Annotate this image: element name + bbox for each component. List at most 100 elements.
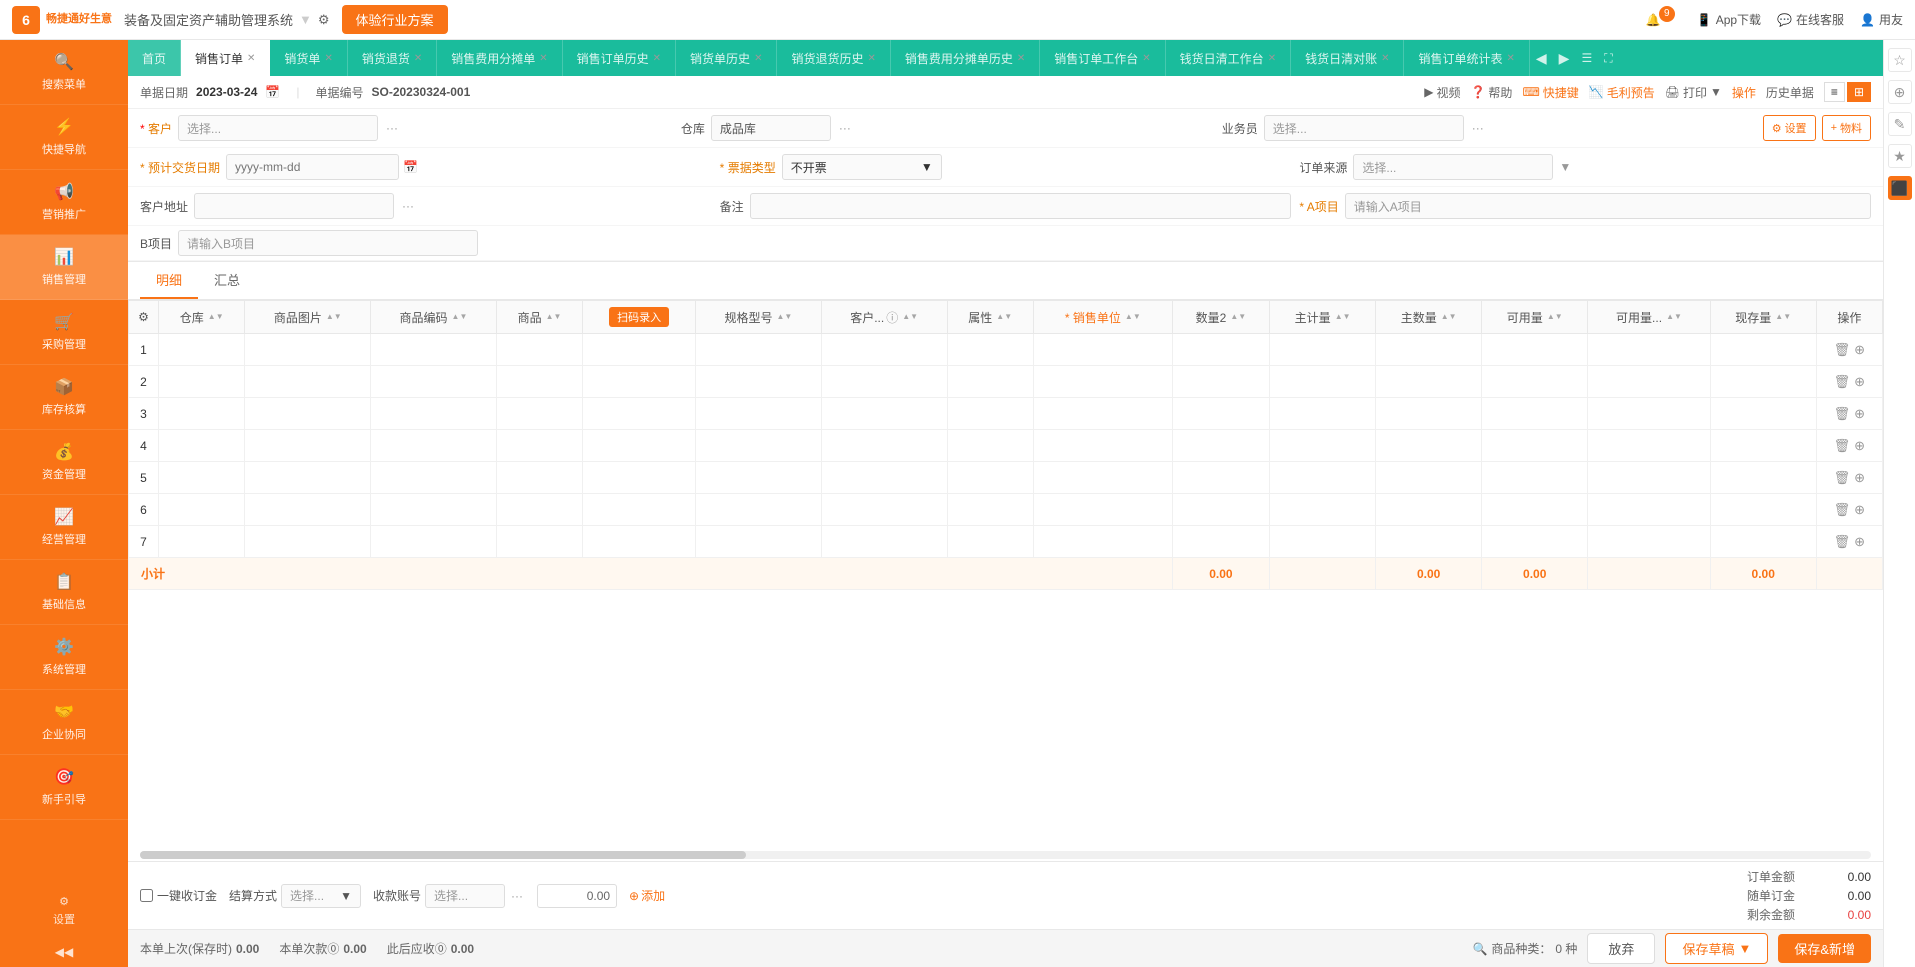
tab-close-icon[interactable]: ✕	[653, 53, 661, 64]
tab-expense-history[interactable]: 销售费用分摊单历史 ✕	[891, 40, 1040, 76]
sidebar-item-search[interactable]: 🔍 搜索菜单	[0, 40, 128, 105]
row-delete-button[interactable]: 🗑	[1834, 342, 1851, 358]
a-project-input[interactable]: 请输入A项目	[1345, 193, 1871, 219]
online-service-button[interactable]: 💬 在线客服	[1777, 11, 1844, 28]
settings-icon[interactable]: ⚙	[138, 310, 149, 324]
row-copy-button[interactable]: ⊕	[1854, 438, 1865, 454]
row-copy-button[interactable]: ⊕	[1854, 406, 1865, 422]
tab-order-workbench[interactable]: 销售订单工作台 ✕	[1040, 40, 1165, 76]
right-tool-3[interactable]: ✎	[1888, 112, 1912, 136]
sidebar-item-quicknav[interactable]: ⚡ 快捷导航	[0, 105, 128, 170]
col-image[interactable]: 商品图片▲▼	[245, 301, 371, 334]
calendar-icon[interactable]: 📅	[265, 85, 280, 99]
view-list-button[interactable]: ≡	[1824, 82, 1845, 102]
warehouse-input[interactable]: 成品库	[711, 115, 831, 141]
tab-stats[interactable]: 销售订单统计表 ✕	[1404, 40, 1529, 76]
shortcut-button[interactable]: ⌨ 快捷键	[1522, 84, 1578, 101]
tab-close-icon[interactable]: ✕	[324, 53, 332, 64]
address-more-button[interactable]: ···	[400, 199, 416, 213]
sidebar-item-purchase[interactable]: 🛒 采购管理	[0, 300, 128, 365]
settle-method-select[interactable]: 选择... ▼	[281, 884, 361, 908]
col-available[interactable]: 可用量▲▼	[1482, 301, 1588, 334]
row-copy-button[interactable]: ⊕	[1854, 502, 1865, 518]
order-source-dropdown-icon[interactable]: ▼	[1559, 160, 1571, 174]
scan-input-button[interactable]: 扫码录入	[609, 307, 669, 327]
amount-input[interactable]	[537, 884, 617, 908]
bank-account-select[interactable]: 选择...	[425, 884, 505, 908]
col-settings[interactable]: ⚙	[129, 301, 159, 334]
tab-close-icon[interactable]: ✕	[754, 53, 762, 64]
right-tool-2[interactable]: ⊕	[1888, 80, 1912, 104]
tab-invoice-history[interactable]: 销货单历史 ✕	[676, 40, 777, 76]
warehouse-more-button[interactable]: ···	[837, 121, 853, 135]
user-menu-button[interactable]: 👤 用友	[1860, 11, 1903, 28]
operation-button[interactable]: 操作	[1732, 84, 1756, 101]
tab-close-icon[interactable]: ✕	[539, 53, 547, 64]
notes-input[interactable]	[750, 193, 1292, 219]
row-copy-button[interactable]: ⊕	[1854, 534, 1865, 550]
col-spec[interactable]: 规格型号▲▼	[696, 301, 822, 334]
sidebar-item-finance[interactable]: 💰 资金管理	[0, 430, 128, 495]
col-product[interactable]: 商品▲▼	[496, 301, 582, 334]
sidebar-item-operations[interactable]: 📈 经营管理	[0, 495, 128, 560]
tab-detail[interactable]: 明细	[140, 262, 198, 299]
right-tool-1[interactable]: ☆	[1888, 48, 1912, 72]
sidebar-item-basic[interactable]: 📋 基础信息	[0, 560, 128, 625]
staff-input[interactable]: 选择...	[1264, 115, 1464, 141]
sidebar-item-enterprise[interactable]: 🤝 企业协同	[0, 690, 128, 755]
right-tool-4[interactable]: ★	[1888, 144, 1912, 168]
row-copy-button[interactable]: ⊕	[1854, 470, 1865, 486]
settings-gear-icon[interactable]: ⚙	[318, 12, 330, 28]
b-project-input[interactable]: 请输入B项目	[178, 230, 478, 256]
row-delete-button[interactable]: 🗑	[1834, 534, 1851, 550]
tab-home[interactable]: 首页	[128, 40, 181, 76]
tab-return-history[interactable]: 销货退货历史 ✕	[777, 40, 890, 76]
row-delete-button[interactable]: 🗑	[1834, 502, 1851, 518]
tab-sales-order[interactable]: 销售订单 ✕	[181, 40, 270, 76]
tab-prev-button[interactable]: ◀	[1530, 40, 1553, 76]
sidebar-collapse-button[interactable]: ◀◀	[0, 937, 128, 967]
view-video-button[interactable]: ▶ 视频	[1424, 84, 1460, 101]
horizontal-scrollbar[interactable]	[128, 849, 1883, 861]
col-code[interactable]: 商品编码▲▼	[371, 301, 497, 334]
col-unit[interactable]: * 销售单位▲▼	[1033, 301, 1172, 334]
notification-button[interactable]: 🔔 9	[1646, 12, 1681, 28]
tab-close-icon[interactable]: ✕	[247, 53, 255, 64]
row-copy-button[interactable]: ⊕	[1854, 342, 1865, 358]
history-button[interactable]: 历史单据	[1766, 84, 1814, 101]
tab-close-icon[interactable]: ✕	[1268, 53, 1276, 64]
row-delete-button[interactable]: 🗑	[1834, 470, 1851, 486]
add-payment-button[interactable]: ⊕ 添加	[629, 887, 665, 904]
col-available2[interactable]: 可用量...▲▼	[1588, 301, 1710, 334]
tab-menu-button[interactable]: ☰	[1575, 40, 1598, 76]
col-current[interactable]: 现存量▲▼	[1710, 301, 1816, 334]
material-button[interactable]: + 物料	[1822, 115, 1871, 141]
setup-button[interactable]: ⚙ 设置	[1763, 115, 1816, 141]
tab-close-icon[interactable]: ✕	[1381, 53, 1389, 64]
sidebar-item-inventory[interactable]: 📦 库存核算	[0, 365, 128, 430]
profit-button[interactable]: 📉 毛利预告	[1589, 84, 1655, 101]
order-source-input[interactable]: 选择...	[1353, 154, 1553, 180]
tab-close-icon[interactable]: ✕	[414, 53, 422, 64]
col-customer-code[interactable]: 客户... ⓘ▲▼	[821, 301, 947, 334]
quick-settle-checkbox[interactable]: 一键收订金	[140, 887, 217, 904]
col-warehouse[interactable]: 仓库▲▼	[159, 301, 245, 334]
tab-order-history[interactable]: 销售订单历史 ✕	[563, 40, 676, 76]
tab-close-icon[interactable]: ✕	[1142, 53, 1150, 64]
industry-plan-button[interactable]: 体验行业方案	[342, 5, 448, 34]
staff-more-button[interactable]: ···	[1470, 121, 1486, 135]
view-card-button[interactable]: ⊞	[1847, 82, 1871, 102]
tab-close-icon[interactable]: ✕	[1507, 53, 1515, 64]
invoice-type-select[interactable]: 不开票 ▼	[782, 154, 942, 180]
delivery-date-input[interactable]: 📅	[226, 154, 418, 180]
scrollbar-thumb[interactable]	[140, 851, 746, 859]
tab-close-icon[interactable]: ✕	[1017, 53, 1025, 64]
app-download-button[interactable]: 📱 App下载	[1697, 11, 1761, 28]
row-copy-button[interactable]: ⊕	[1854, 374, 1865, 390]
row-delete-button[interactable]: 🗑	[1834, 374, 1851, 390]
calendar-icon[interactable]: 📅	[403, 160, 418, 174]
sidebar-item-marketing[interactable]: 📢 营销推广	[0, 170, 128, 235]
col-main-qty[interactable]: 主数量▲▼	[1376, 301, 1482, 334]
col-qty2[interactable]: 数量2▲▼	[1172, 301, 1269, 334]
help-button[interactable]: ❓ 帮助	[1470, 84, 1512, 101]
